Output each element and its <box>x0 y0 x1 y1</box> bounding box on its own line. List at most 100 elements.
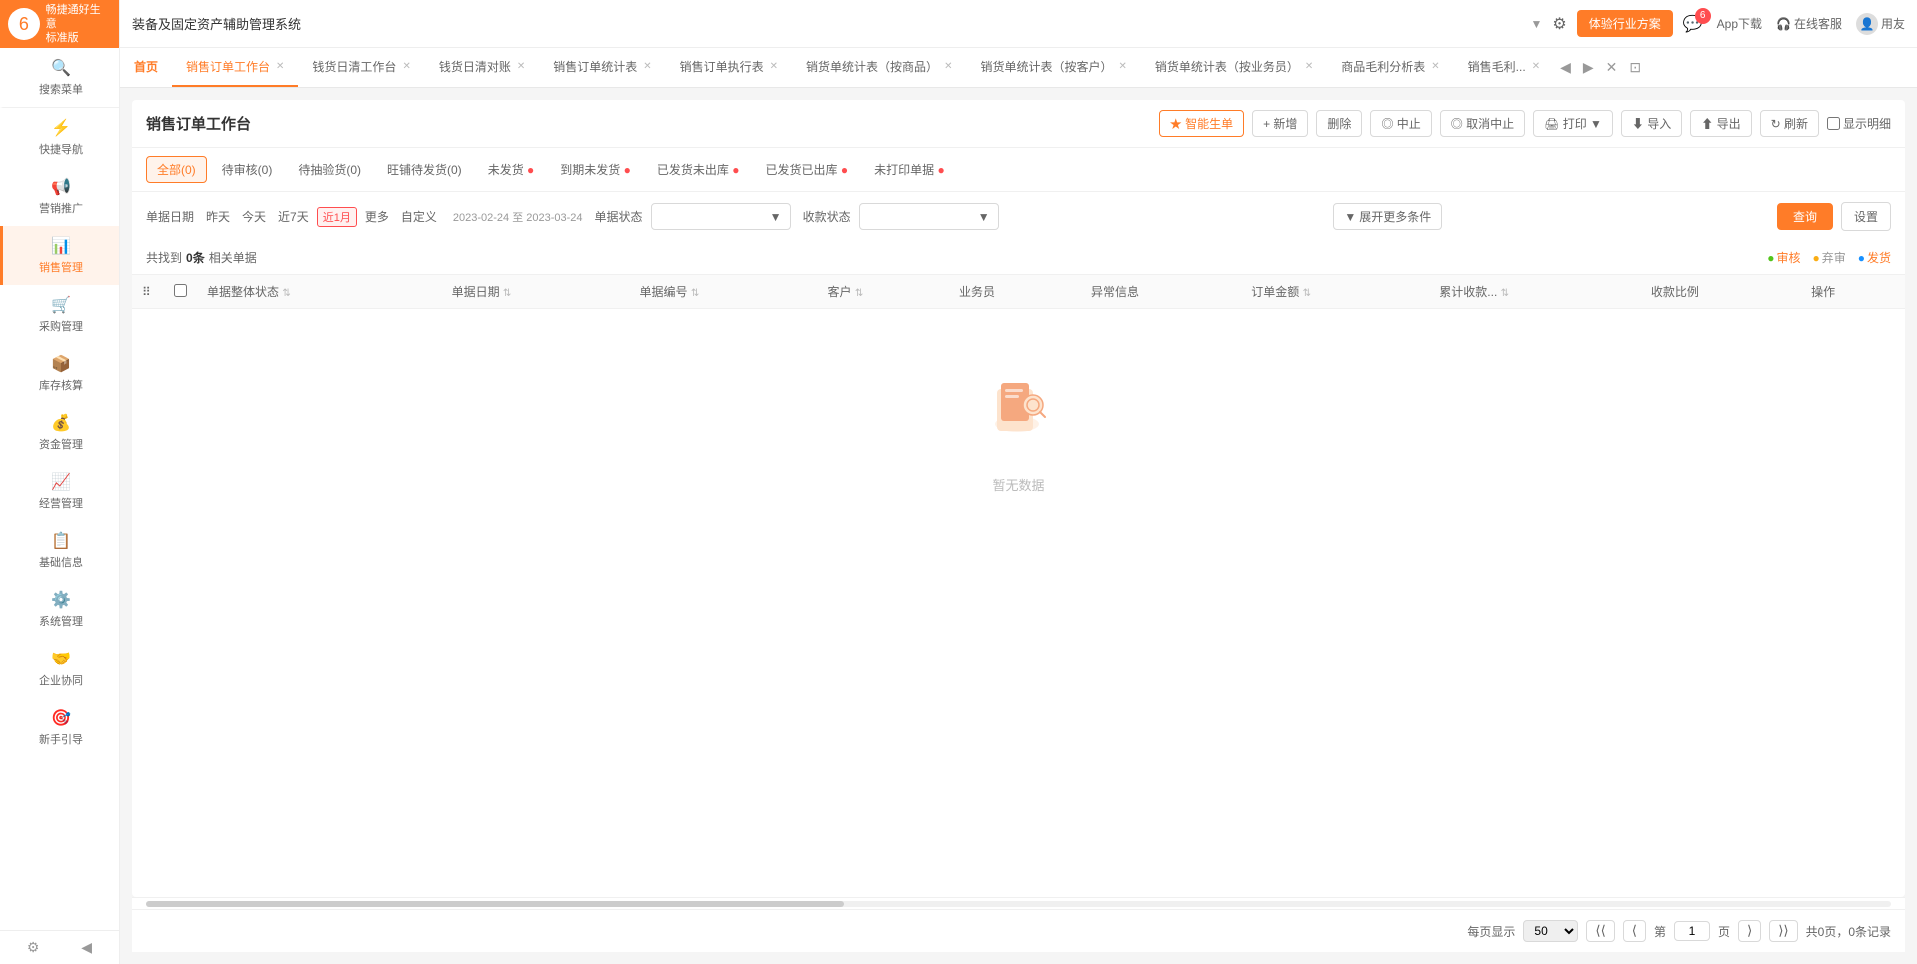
tab-product-margin[interactable]: 商品毛利分析表 ✕ <box>1327 48 1453 87</box>
date-opt-yesterday[interactable]: 昨天 <box>202 206 234 227</box>
tab-prev-btn[interactable]: ◀ <box>1554 59 1577 76</box>
tab-home[interactable]: 首页 <box>120 48 172 87</box>
sidebar-item-operations[interactable]: 📈 经营管理 <box>0 462 119 521</box>
horizontal-scrollbar[interactable] <box>132 897 1905 909</box>
filter-tab-all[interactable]: 全部(0) <box>146 156 207 183</box>
tab-sales-stats[interactable]: 销售订单统计表 ✕ <box>539 48 665 87</box>
scrollbar-thumb[interactable] <box>146 901 844 907</box>
date-opt-7days[interactable]: 近7天 <box>274 206 313 227</box>
sidebar-item-finance[interactable]: 💰 资金管理 <box>0 403 119 462</box>
cancel-review-link[interactable]: ● 弃审 <box>1812 249 1845 266</box>
last-page-btn[interactable]: ⟩⟩ <box>1769 920 1797 942</box>
payment-select[interactable]: ▼ <box>859 203 999 230</box>
filter-tab-pending-check[interactable]: 待抽验货(0) <box>287 156 372 183</box>
tab-close-cash-reconcile[interactable]: ✕ <box>517 61 525 72</box>
sidebar-item-search[interactable]: 🔍 搜索菜单 <box>0 48 119 108</box>
tab-sales-summary-staff[interactable]: 销货单统计表（按业务员） ✕ <box>1141 48 1327 87</box>
table-info: 共找到 0条 相关单据 ● 审核 ● 弃审 ● 发货 <box>132 241 1905 275</box>
sidebar-item-sales[interactable]: 📊 销售管理 <box>0 226 119 285</box>
show-detail-checkbox[interactable] <box>1827 117 1840 130</box>
ship-link[interactable]: ● 发货 <box>1858 249 1891 266</box>
tab-sales-workbench[interactable]: 销售订单工作台 ✕ <box>172 48 298 87</box>
date-opt-1month[interactable]: 近1月 <box>317 207 357 227</box>
delete-btn[interactable]: 删除 <box>1316 110 1362 137</box>
sort-icon-customer[interactable]: ⇅ <box>855 288 863 299</box>
tab-close-sales-more[interactable]: ✕ <box>1532 61 1540 72</box>
system-dropdown-icon[interactable]: ▼ <box>1530 17 1542 31</box>
filter-tab-pending-review[interactable]: 待审核(0) <box>211 156 284 183</box>
tab-next-btn[interactable]: ▶ <box>1577 59 1600 76</box>
sidebar: 6 畅捷通好生意 标准版 🔍 搜索菜单 ⚡ 快捷导航 📢 营销推广 📊 销售管理… <box>0 0 120 964</box>
tab-close-sales-exec[interactable]: ✕ <box>770 61 778 72</box>
tab-close-cash-daily[interactable]: ✕ <box>402 61 410 72</box>
page-size-select[interactable]: 50 20 100 <box>1523 920 1578 942</box>
smart-create-btn[interactable]: ★ 智能生单 <box>1159 110 1244 137</box>
sidebar-item-inventory[interactable]: 📦 库存核算 <box>0 344 119 403</box>
settings-bottom-icon[interactable]: ⚙ <box>27 939 40 956</box>
sidebar-item-basic-info[interactable]: 📋 基础信息 <box>0 521 119 580</box>
filter-tab-shipped-out[interactable]: 已发货已出库 ● <box>755 156 860 183</box>
filter-tab-overdue-not-shipped[interactable]: 到期未发货 ● <box>549 156 642 183</box>
sidebar-item-guide[interactable]: 🎯 新手引导 <box>0 698 119 757</box>
tab-sales-summary-customer[interactable]: 销货单统计表（按客户） ✕ <box>966 48 1140 87</box>
print-btn[interactable]: 🖨 打印 ▼ <box>1533 110 1613 137</box>
sort-icon-collected[interactable]: ⇅ <box>1501 288 1509 299</box>
tab-close-sales-summary-product[interactable]: ✕ <box>944 61 952 72</box>
query-btn[interactable]: 查询 <box>1777 203 1833 230</box>
tab-close-sales-summary-customer[interactable]: ✕ <box>1118 61 1126 72</box>
collapse-icon[interactable]: ◀ <box>81 939 92 956</box>
sidebar-item-quick-nav[interactable]: ⚡ 快捷导航 <box>0 108 119 167</box>
sort-icon-number[interactable]: ⇅ <box>691 288 699 299</box>
review-link[interactable]: ● 审核 <box>1767 249 1800 266</box>
tab-close-product-margin[interactable]: ✕ <box>1431 61 1439 72</box>
online-service-link[interactable]: 🎧 在线客服 <box>1776 15 1842 32</box>
tab-expand-btn[interactable]: ⊡ <box>1623 59 1647 76</box>
page-title: 销售订单工作台 <box>146 113 251 134</box>
header-settings-icon[interactable]: ⚙ <box>1552 14 1566 34</box>
status-select[interactable]: ▼ <box>651 203 791 230</box>
tab-sales-exec[interactable]: 销售订单执行表 ✕ <box>666 48 792 87</box>
purchase-icon: 🛒 <box>51 295 71 315</box>
prev-page-btn[interactable]: ⟨ <box>1623 920 1646 942</box>
sidebar-item-system[interactable]: ⚙️ 系统管理 <box>0 580 119 639</box>
th-checkbox[interactable] <box>164 275 197 309</box>
user-area[interactable]: 👤 用友 <box>1856 13 1905 35</box>
tab-close-sales-summary-staff[interactable]: ✕ <box>1305 61 1313 72</box>
search-setting-btn[interactable]: 设置 <box>1841 202 1891 231</box>
import-btn[interactable]: ⬇ 导入 <box>1621 110 1682 137</box>
app-download-link[interactable]: App下载 <box>1717 15 1762 32</box>
tab-close-all-btn[interactable]: ✕ <box>1600 59 1624 76</box>
filter-tab-not-shipped[interactable]: 未发货 ● <box>477 156 546 183</box>
pause-btn[interactable]: ◎ 中止 <box>1370 110 1431 137</box>
industry-btn[interactable]: 体验行业方案 <box>1577 10 1673 37</box>
date-opt-more[interactable]: 更多 <box>361 206 393 227</box>
filter-tab-shipped-not-in[interactable]: 已发货未出库 ● <box>646 156 751 183</box>
filter-tab-not-printed[interactable]: 未打印单据 ● <box>863 156 956 183</box>
date-opt-today[interactable]: 今天 <box>238 206 270 227</box>
message-wrap[interactable]: 💬 6 <box>1683 14 1703 34</box>
new-btn[interactable]: + 新增 <box>1252 110 1308 137</box>
expand-conditions-btn[interactable]: ▼ 展开更多条件 <box>1333 203 1442 230</box>
sidebar-item-marketing[interactable]: 📢 营销推广 <box>0 167 119 226</box>
sort-icon-date[interactable]: ⇅ <box>503 288 511 299</box>
sort-icon-status[interactable]: ⇅ <box>282 288 290 299</box>
tab-sales-more[interactable]: 销售毛利... ✕ <box>1454 48 1554 87</box>
cancel-pause-btn[interactable]: ◎ 取消中止 <box>1440 110 1525 137</box>
show-detail-checkbox-label[interactable]: 显示明细 <box>1827 115 1891 132</box>
next-page-btn[interactable]: ⟩ <box>1738 920 1761 942</box>
filter-tab-wangpu-pending[interactable]: 旺铺待发货(0) <box>376 156 473 183</box>
first-page-btn[interactable]: ⟨⟨ <box>1586 920 1614 942</box>
tab-cash-daily[interactable]: 钱货日清工作台 ✕ <box>298 48 424 87</box>
sort-icon-amount[interactable]: ⇅ <box>1303 288 1311 299</box>
tab-close-sales-stats[interactable]: ✕ <box>643 61 651 72</box>
export-btn[interactable]: ⬆ 导出 <box>1690 110 1751 137</box>
tab-close-sales-workbench[interactable]: ✕ <box>276 61 284 72</box>
date-opt-custom[interactable]: 自定义 <box>397 206 441 227</box>
sidebar-item-enterprise[interactable]: 🤝 企业协同 <box>0 639 119 698</box>
sidebar-item-purchase[interactable]: 🛒 采购管理 <box>0 285 119 344</box>
select-all-checkbox[interactable] <box>174 284 187 297</box>
refresh-btn[interactable]: ↻ 刷新 <box>1760 110 1819 137</box>
page-input[interactable] <box>1674 921 1710 941</box>
tab-cash-reconcile[interactable]: 钱货日清对账 ✕ <box>425 48 539 87</box>
tab-sales-summary-product[interactable]: 销货单统计表（按商品） ✕ <box>792 48 966 87</box>
